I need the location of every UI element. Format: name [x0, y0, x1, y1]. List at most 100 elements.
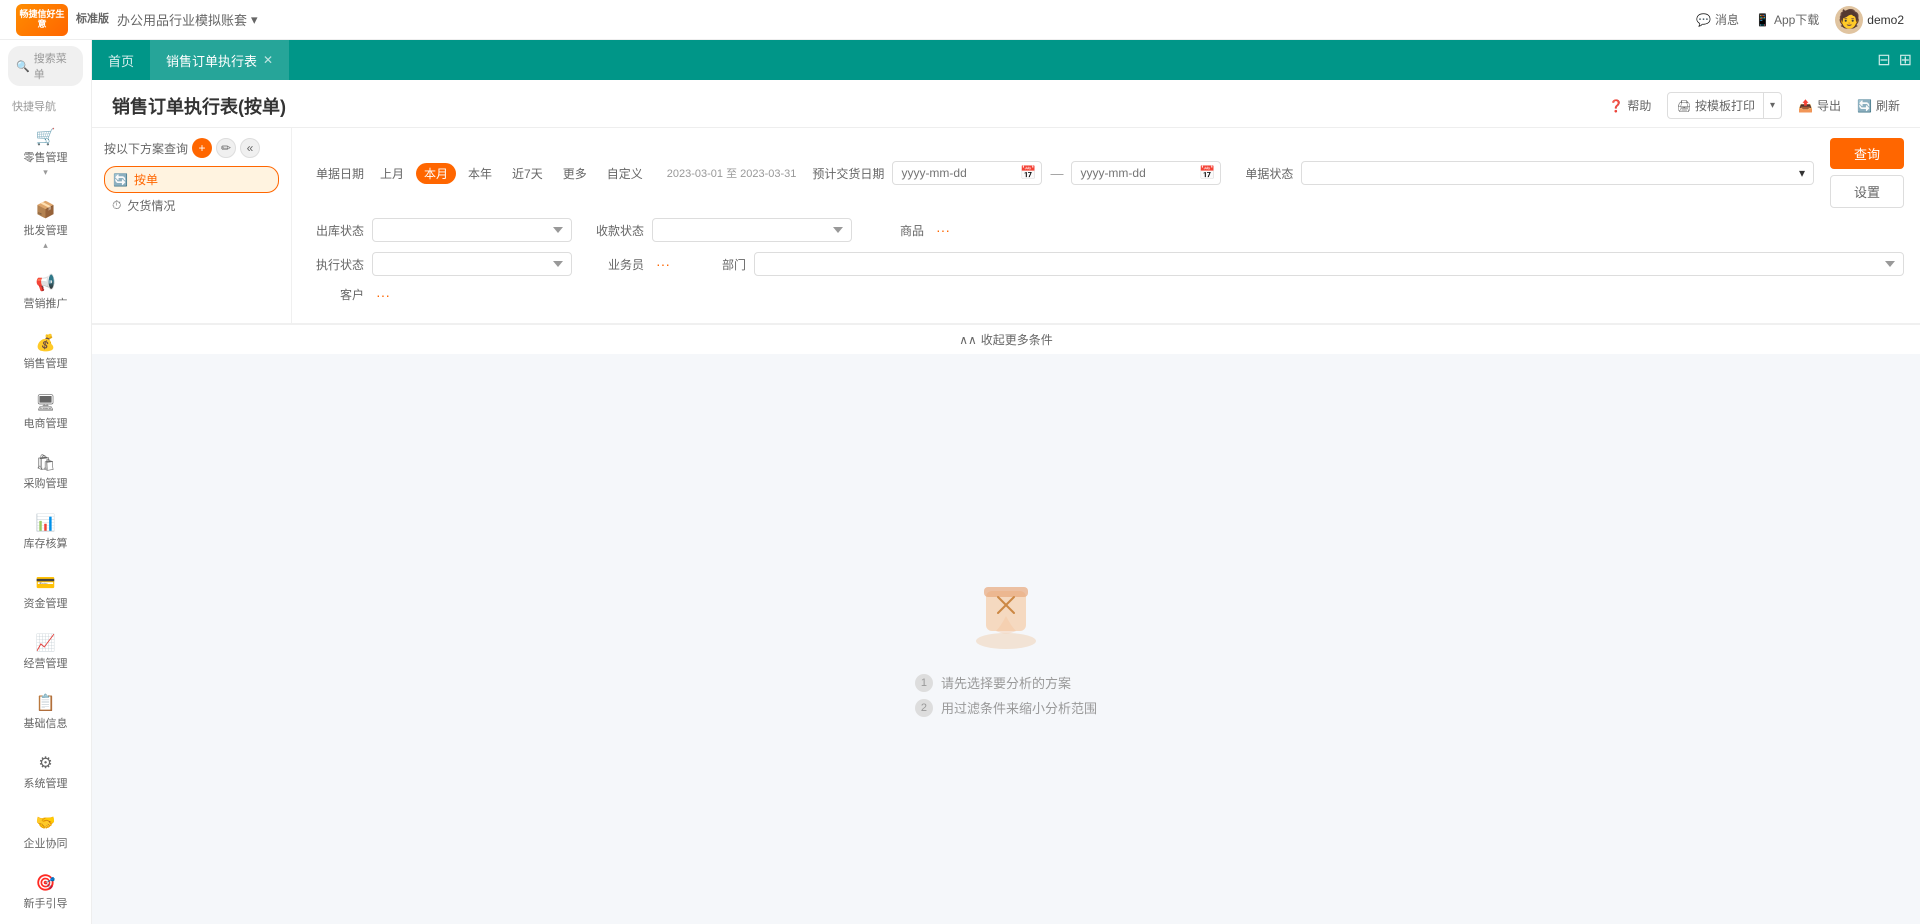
help-btn[interactable]: ❓ 帮助: [1608, 97, 1651, 114]
goods-field: 商品 ···: [868, 222, 1904, 239]
search-icon: 🔍: [16, 60, 30, 73]
search-box[interactable]: 🔍 搜索菜单: [8, 46, 83, 86]
sidebar-item-inventory[interactable]: 📊 库存核算: [4, 503, 87, 561]
sales-icon: 💰: [36, 333, 56, 353]
date-sep: —: [1050, 166, 1063, 181]
message-icon: 💬: [1696, 13, 1711, 27]
sidebar-item-purchase[interactable]: 🛍 采购管理: [4, 443, 87, 501]
exec-status-field: 执行状态: [308, 252, 572, 276]
settings-button[interactable]: 设置: [1830, 175, 1904, 208]
tab-expand-icon[interactable]: ⊞: [1899, 50, 1912, 70]
main-area: 🔍 搜索菜单 快捷导航 🛒 零售管理 ▾ 📦 批发管理 ▴ 📢 营销推广 💰: [0, 40, 1920, 924]
sidebar-item-basic[interactable]: 📋 基础信息: [4, 683, 87, 741]
tab-home[interactable]: 首页: [92, 40, 150, 80]
app-selector[interactable]: 办公用品行业模拟账套 ▾: [117, 10, 258, 29]
expected-date-field: 预计交货日期 📅 — 📅: [812, 161, 1221, 185]
print-arrow-btn[interactable]: ▾: [1764, 96, 1781, 115]
customer-dots-btn[interactable]: ···: [372, 287, 394, 303]
sidebar-item-newbie[interactable]: 🎯 新手引导: [4, 863, 87, 921]
collapse-more-btn[interactable]: ∧∧ 收起更多条件: [92, 324, 1920, 354]
tip-num-1: 1: [915, 674, 933, 692]
tip-item-1: 1 请先选择要分析的方案: [915, 673, 1097, 692]
dept-select[interactable]: [754, 252, 1904, 276]
bill-status-arrow: ▾: [1799, 166, 1805, 180]
chevron-icon: ▾: [43, 167, 48, 178]
date-tab-this-year[interactable]: 本年: [460, 163, 500, 184]
date-tab-prev-month[interactable]: 上月: [372, 163, 412, 184]
scheme-add-btn[interactable]: +: [192, 138, 212, 158]
exec-status-label: 执行状态: [308, 256, 364, 273]
export-icon: 📤: [1798, 99, 1813, 113]
expected-date-from-input[interactable]: [892, 161, 1042, 185]
collect-status-select[interactable]: [652, 218, 852, 242]
filter-row-top: 按以下方案查询 + ✏ « 🔄 按单 ⏱: [92, 128, 1920, 324]
date-tab-this-month[interactable]: 本月: [416, 163, 456, 184]
filter-area: 按以下方案查询 + ✏ « 🔄 按单 ⏱: [92, 128, 1920, 354]
empty-icon: [956, 561, 1056, 661]
scheme-item-欠货[interactable]: ⏱ 欠货情况: [104, 193, 279, 218]
expected-date-to-input[interactable]: [1071, 161, 1221, 185]
sidebar-item-wholesale[interactable]: 📦 批发管理 ▴: [4, 190, 87, 261]
query-button[interactable]: 查询: [1830, 138, 1904, 169]
top-bar-left: 畅捷信好生意 标准版 办公用品行业模拟账套 ▾: [16, 4, 258, 36]
quick-nav-label: 快捷导航: [0, 92, 91, 116]
scheme-header: 按以下方案查询 + ✏ «: [104, 138, 279, 158]
sidebar-item-ecommerce[interactable]: 🖥 电商管理: [4, 383, 87, 441]
sidebar-item-sales[interactable]: 💰 销售管理: [4, 323, 87, 381]
bill-date-label: 单据日期: [308, 165, 364, 182]
date-tab-7days[interactable]: 近7天: [504, 163, 551, 184]
wholesale-icon: 📦: [36, 200, 56, 220]
sidebar-item-enterprise[interactable]: 🤝 企业协同: [4, 803, 87, 861]
tip-num-2: 2: [915, 699, 933, 717]
salesperson-dots-btn[interactable]: ···: [652, 256, 674, 272]
print-btn-group[interactable]: 🖨 按模板打印 ▾: [1667, 92, 1782, 119]
expected-date-label: 预计交货日期: [812, 165, 884, 182]
date-range-text: 2023-03-01 至 2023-03-31: [667, 165, 797, 181]
out-status-label: 出库状态: [308, 222, 364, 239]
filter-row-4: 客户 ···: [308, 286, 1904, 303]
content-area: 首页 销售订单执行表 ✕ ⊟ ⊞ 销售订单执行表(按单) ❓ 帮助: [92, 40, 1920, 924]
exec-status-select[interactable]: [372, 252, 572, 276]
download-icon: 📱: [1755, 13, 1770, 27]
newbie-icon: 🎯: [36, 873, 56, 893]
chevron-up-icon: ▴: [43, 240, 48, 251]
scheme-collapse-btn[interactable]: «: [240, 138, 260, 158]
ecommerce-icon: 🖥: [35, 393, 55, 413]
date-tab-more[interactable]: 更多: [555, 163, 595, 184]
sidebar-item-marketing[interactable]: 📢 营销推广: [4, 263, 87, 321]
sidebar-item-finance[interactable]: 💳 资金管理: [4, 563, 87, 621]
scheme-item-按单[interactable]: 🔄 按单: [104, 166, 279, 193]
sidebar-item-retail[interactable]: 🛒 零售管理 ▾: [4, 117, 87, 188]
sidebar-search-area[interactable]: 🔍 搜索菜单: [0, 40, 91, 92]
sidebar-item-operations[interactable]: 📈 经营管理: [4, 623, 87, 681]
tab-bar: 首页 销售订单执行表 ✕ ⊟ ⊞: [92, 40, 1920, 80]
tab-sales-exec[interactable]: 销售订单执行表 ✕: [150, 40, 289, 80]
tab-minus-icon[interactable]: ⊟: [1877, 50, 1890, 70]
export-btn[interactable]: 📤 导出: [1798, 97, 1841, 114]
filter-row-1: 单据日期 上月 本月 本年 近7天 更多 自定义 2023-03-01 至 20…: [308, 138, 1904, 208]
operations-icon: 📈: [36, 633, 56, 653]
print-main-btn[interactable]: 🖨 按模板打印: [1668, 93, 1764, 118]
help-icon: ❓: [1608, 99, 1623, 113]
scheme-edit-btn[interactable]: ✏: [216, 138, 236, 158]
user-area[interactable]: 🧑 demo2: [1835, 6, 1904, 34]
logo-subtitle: 标准版: [76, 13, 109, 25]
app-download-btn[interactable]: 📱 App下载: [1755, 11, 1819, 28]
message-btn[interactable]: 💬 消息: [1696, 11, 1739, 28]
bill-status-select[interactable]: ▾: [1301, 161, 1814, 185]
empty-tips: 1 请先选择要分析的方案 2 用过滤条件来缩小分析范围: [915, 673, 1097, 717]
refresh-icon: 🔄: [1857, 99, 1872, 113]
sidebar-item-system[interactable]: ⚙ 系统管理: [4, 743, 87, 801]
header-actions: ❓ 帮助 🖨 按模板打印 ▾ 📤 导出: [1608, 92, 1900, 119]
bill-status-label: 单据状态: [1237, 165, 1293, 182]
refresh-btn[interactable]: 🔄 刷新: [1857, 97, 1900, 114]
filter-scheme-panel: 按以下方案查询 + ✏ « 🔄 按单 ⏱: [92, 128, 292, 323]
salesperson-field: 业务员 ···: [588, 256, 674, 273]
bill-date-field: 单据日期 上月 本月 本年 近7天 更多 自定义 2023-03-01 至 20…: [308, 163, 796, 184]
tab-close-btn[interactable]: ✕: [263, 53, 273, 67]
goods-dots-btn[interactable]: ···: [932, 222, 954, 238]
sidebar: 🔍 搜索菜单 快捷导航 🛒 零售管理 ▾ 📦 批发管理 ▴ 📢 营销推广 💰: [0, 40, 92, 924]
out-status-select[interactable]: [372, 218, 572, 242]
date-tab-custom[interactable]: 自定义: [599, 163, 651, 184]
system-icon: ⚙: [38, 753, 52, 773]
